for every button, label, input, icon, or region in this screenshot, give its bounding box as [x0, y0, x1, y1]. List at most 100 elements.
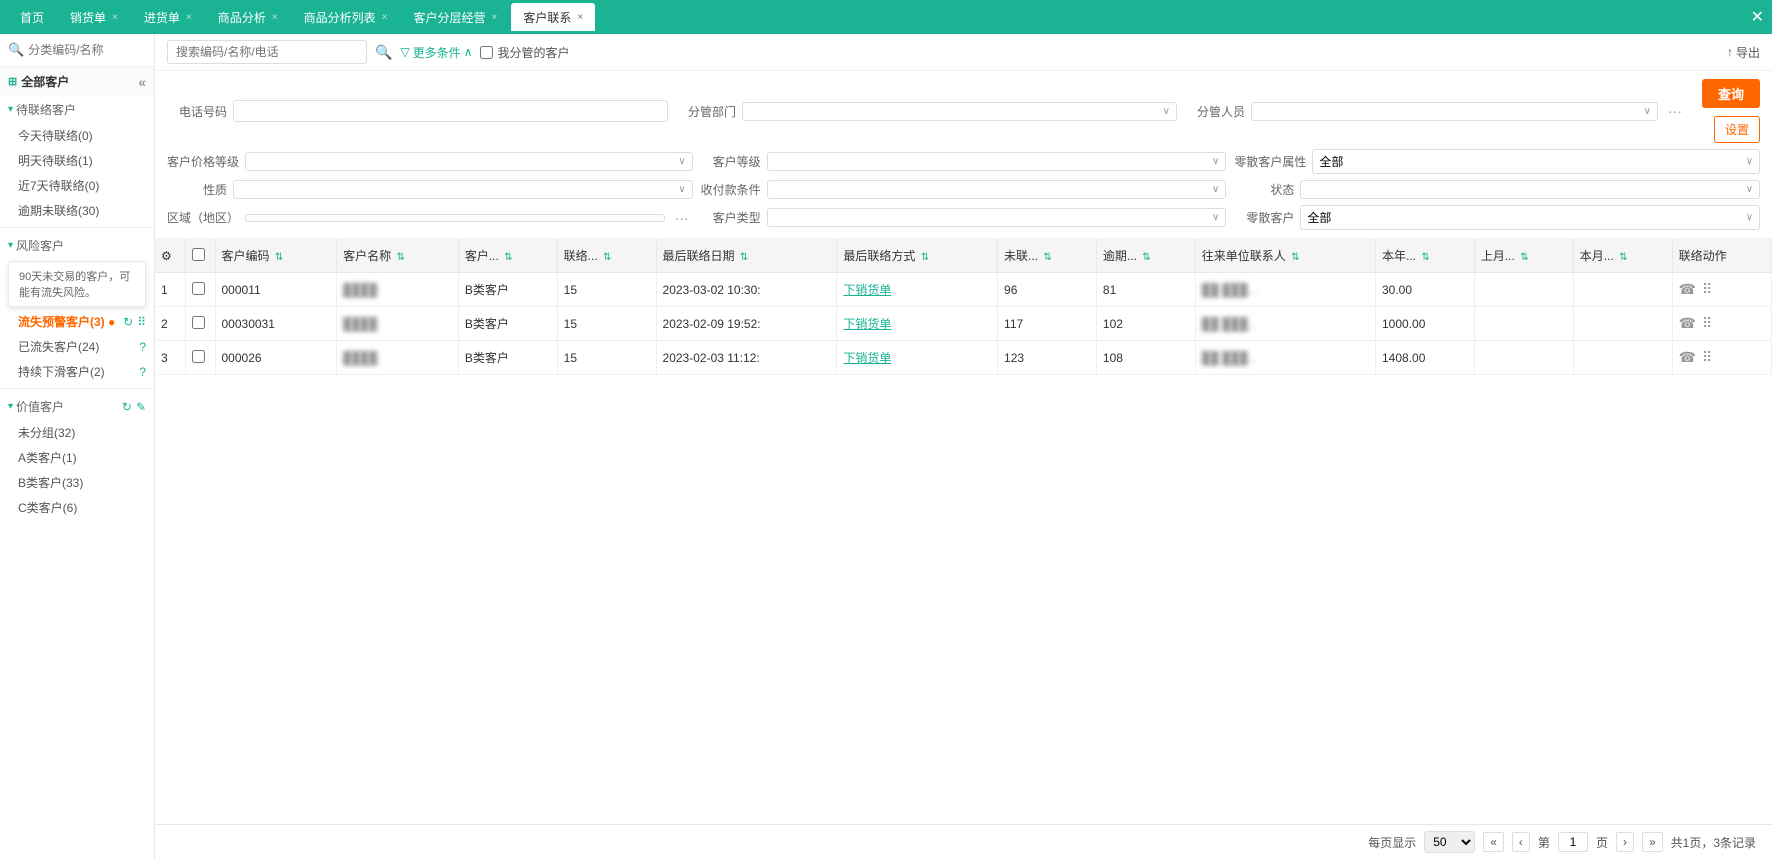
main-search-input[interactable]: [167, 40, 367, 64]
sidebar-collapse-icon[interactable]: «: [138, 74, 146, 90]
scatter-select[interactable]: 全部 ∨: [1300, 205, 1760, 230]
more-action-icon-0[interactable]: ⠿: [1702, 281, 1712, 298]
region-dots[interactable]: ···: [671, 210, 693, 226]
col-type[interactable]: 客户... ⇅: [458, 239, 557, 273]
person-dots[interactable]: ···: [1664, 103, 1686, 119]
phone-input[interactable]: [233, 100, 668, 122]
sidebar-item-class-a[interactable]: A类客户(1): [0, 445, 154, 470]
cell-name-0[interactable]: ████: [337, 273, 459, 307]
row-checkbox-1[interactable]: [192, 316, 205, 329]
settings-button[interactable]: 设置: [1714, 116, 1760, 143]
query-button[interactable]: 查询: [1702, 79, 1760, 108]
last-type-link-1[interactable]: 下销货单: [843, 317, 891, 331]
cell-checkbox-1[interactable]: [185, 307, 215, 341]
tab-customer-contact-close[interactable]: ×: [577, 12, 583, 23]
cell-name-2[interactable]: ████: [337, 341, 459, 375]
nature-select[interactable]: ∨: [233, 180, 693, 199]
tab-product-analysis-list-close[interactable]: ×: [382, 12, 388, 23]
refresh-icon[interactable]: ↻: [123, 315, 133, 329]
col-this-year[interactable]: 本年... ⇅: [1375, 239, 1474, 273]
tab-customer-contact[interactable]: 客户联系 ×: [511, 3, 595, 31]
tab-product-analysis-list[interactable]: 商品分析列表 ×: [292, 3, 400, 31]
sidebar-item-churn-warning[interactable]: 流失预警客户(3) ● ↻ ⠿: [0, 309, 154, 334]
col-last-month[interactable]: 上月... ⇅: [1474, 239, 1573, 273]
last-type-link-2[interactable]: 下销货单: [843, 351, 891, 365]
tab-product-analysis[interactable]: 商品分析 ×: [206, 3, 290, 31]
tab-customer-tier-close[interactable]: ×: [491, 12, 497, 23]
col-name[interactable]: 客户名称 ⇅: [337, 239, 459, 273]
value-refresh-icon[interactable]: ↻: [122, 400, 132, 414]
more-action-icon-1[interactable]: ⠿: [1702, 315, 1712, 332]
price-level-select[interactable]: ∨: [245, 152, 693, 171]
info-icon-1[interactable]: ?: [139, 340, 146, 354]
col-this-month[interactable]: 本月... ⇅: [1573, 239, 1672, 273]
sidebar-all-customers[interactable]: ⊞ 全部客户 «: [0, 67, 154, 96]
sidebar-section-value[interactable]: ▾ 价值客户 ↻ ✎: [0, 393, 154, 420]
more-action-icon-2[interactable]: ⠿: [1702, 349, 1712, 366]
more-icon[interactable]: ⠿: [137, 315, 146, 329]
tab-purchase[interactable]: 进货单 ×: [132, 3, 204, 31]
info-icon-2[interactable]: ?: [139, 365, 146, 379]
col-code[interactable]: 客户编码 ⇅: [215, 239, 337, 273]
sidebar-item-ungroup[interactable]: 未分组(32): [0, 420, 154, 445]
tab-product-analysis-close[interactable]: ×: [272, 12, 278, 23]
cell-checkbox-0[interactable]: [185, 273, 215, 307]
first-page-button[interactable]: «: [1483, 832, 1504, 852]
scatter-attr-select[interactable]: 全部 ∨: [1312, 149, 1760, 174]
tab-customer-tier[interactable]: 客户分层经营 ×: [401, 3, 509, 31]
last-type-link-0[interactable]: 下销货单: [843, 283, 891, 297]
customer-level-select[interactable]: ∨: [767, 152, 1227, 171]
tab-sales[interactable]: 销货单 ×: [58, 3, 130, 31]
my-customers-checkbox[interactable]: [480, 46, 493, 59]
row-checkbox-0[interactable]: [192, 282, 205, 295]
cell-name-1[interactable]: ████: [337, 307, 459, 341]
main-search-button[interactable]: 🔍: [375, 44, 392, 61]
page-number-input[interactable]: [1558, 832, 1588, 852]
col-last-date[interactable]: 最后联络日期 ⇅: [656, 239, 837, 273]
sidebar-item-class-b[interactable]: B类客户(33): [0, 470, 154, 495]
status-select[interactable]: ∨: [1300, 180, 1760, 199]
next-page-button[interactable]: ›: [1616, 832, 1634, 852]
sidebar-item-class-c[interactable]: C类客户(6): [0, 495, 154, 520]
tab-purchase-close[interactable]: ×: [186, 12, 192, 23]
sidebar-item-churned[interactable]: 已流失客户(24) ?: [0, 334, 154, 359]
prev-page-button[interactable]: ‹: [1512, 832, 1530, 852]
cell-last-type-1[interactable]: 下销货单: [837, 307, 998, 341]
col-last-type[interactable]: 最后联络方式 ⇅: [837, 239, 998, 273]
sidebar-item-overdue[interactable]: 逾期未联络(30): [0, 198, 154, 223]
export-button[interactable]: ↑ 导出: [1727, 44, 1760, 61]
person-select[interactable]: ∨: [1251, 102, 1658, 121]
sidebar-item-today[interactable]: 今天待联络(0): [0, 123, 154, 148]
sidebar-section-risk[interactable]: ▾ 风险客户: [0, 232, 154, 259]
sidebar-search-input[interactable]: [28, 43, 155, 57]
region-select[interactable]: [245, 214, 665, 222]
customer-type-select[interactable]: ∨: [767, 208, 1227, 227]
cell-checkbox-2[interactable]: [185, 341, 215, 375]
sidebar-item-declining[interactable]: 持续下滑客户(2) ?: [0, 359, 154, 384]
tab-home[interactable]: 首页: [8, 3, 56, 31]
value-edit-icon[interactable]: ✎: [136, 400, 146, 414]
last-page-button[interactable]: »: [1642, 832, 1663, 852]
sidebar-item-7days[interactable]: 近7天待联络(0): [0, 173, 154, 198]
col-unit-contact[interactable]: 往来单位联系人 ⇅: [1195, 239, 1375, 273]
col-contact[interactable]: 联络... ⇅: [557, 239, 656, 273]
sidebar-item-tomorrow[interactable]: 明天待联络(1): [0, 148, 154, 173]
phone-action-icon-1[interactable]: ☎: [1679, 315, 1696, 332]
my-customers-checkbox-label[interactable]: 我分管的客户: [480, 44, 569, 61]
col-not-contacted[interactable]: 未联... ⇅: [998, 239, 1097, 273]
more-conditions-button[interactable]: ▽ 更多条件 ∧: [400, 44, 472, 61]
phone-action-icon-2[interactable]: ☎: [1679, 349, 1696, 366]
tab-sales-close[interactable]: ×: [112, 12, 118, 23]
cell-last-type-2[interactable]: 下销货单: [837, 341, 998, 375]
cell-last-type-0[interactable]: 下销货单: [837, 273, 998, 307]
dept-select[interactable]: ∨: [742, 102, 1177, 121]
col-overdue[interactable]: 逾期... ⇅: [1096, 239, 1195, 273]
payment-select[interactable]: ∨: [767, 180, 1227, 199]
phone-action-icon-0[interactable]: ☎: [1679, 281, 1696, 298]
select-all-checkbox[interactable]: [192, 248, 205, 261]
close-all-button[interactable]: ✕: [1751, 7, 1764, 27]
sidebar-section-pending[interactable]: ▾ 待联络客户: [0, 96, 154, 123]
col-settings[interactable]: ⚙: [155, 239, 185, 273]
row-checkbox-2[interactable]: [192, 350, 205, 363]
per-page-select[interactable]: 50 100 200: [1424, 831, 1475, 853]
